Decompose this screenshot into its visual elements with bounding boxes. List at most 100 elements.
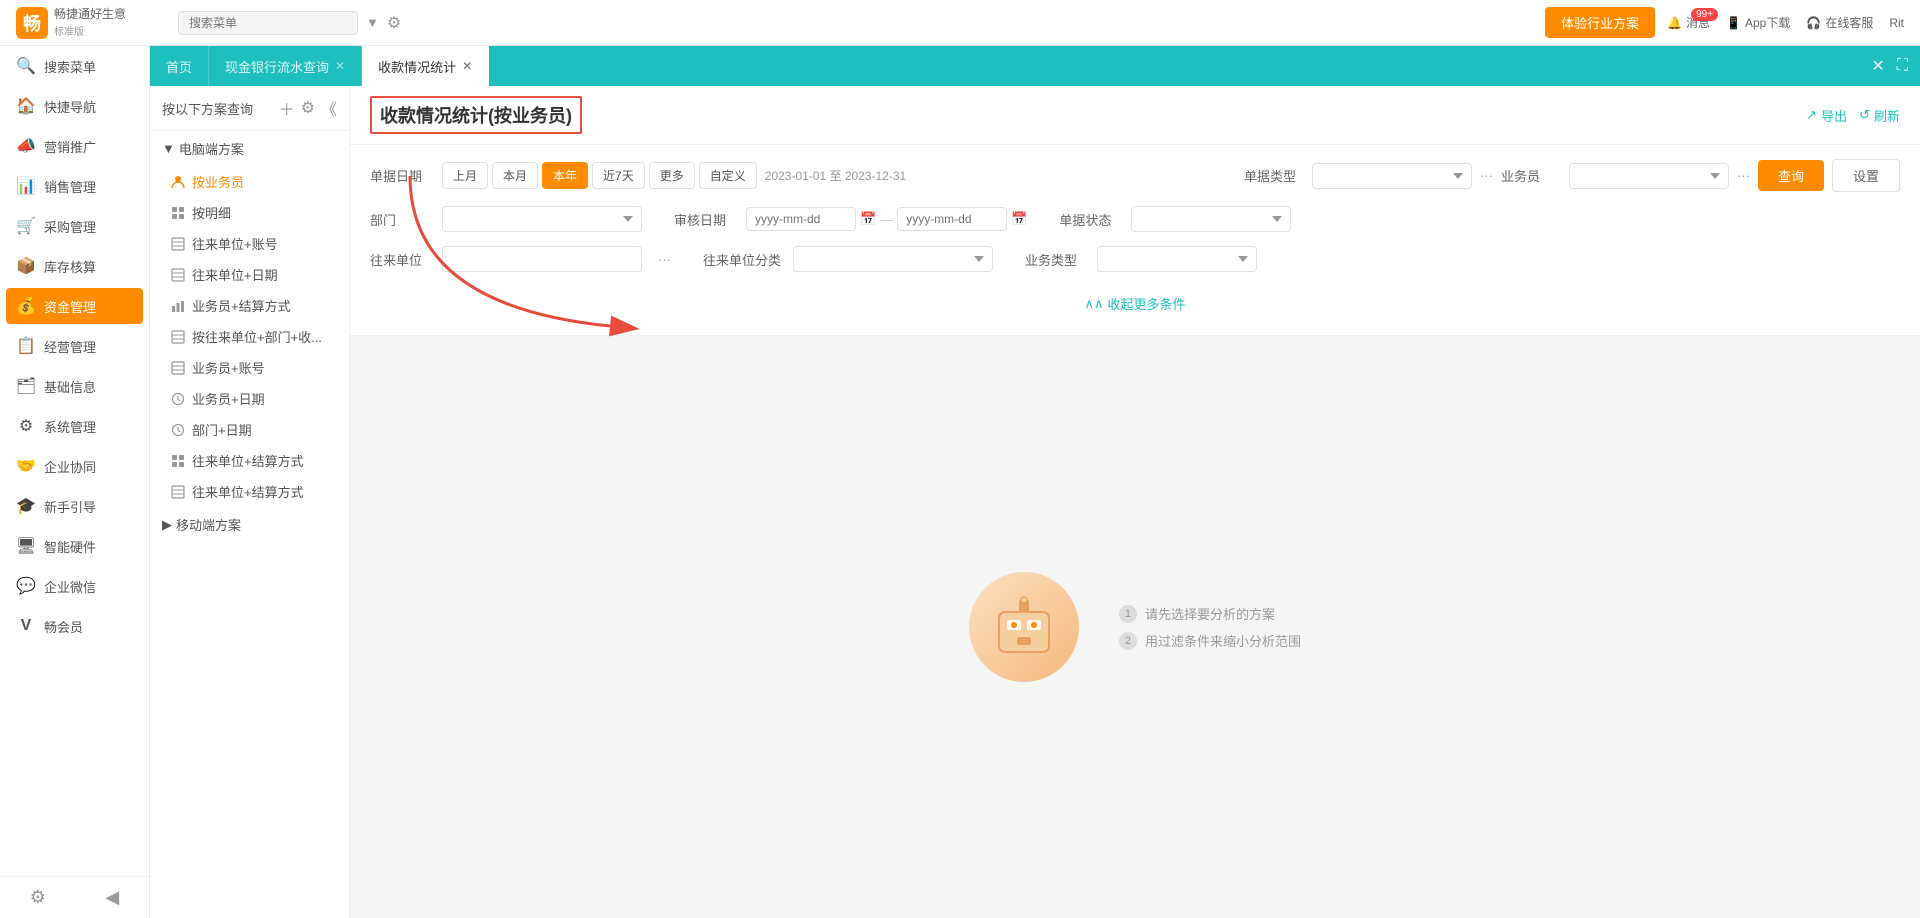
basic-icon: 🗂 (16, 376, 36, 396)
empty-steps: 1 请先选择要分析的方案 2 用过滤条件来缩小分析范围 (1119, 604, 1301, 650)
filter-salesperson-label: 业务员 (1501, 166, 1561, 185)
sidebar-label-vip: 畅会员 (44, 617, 83, 636)
scheme-collapse-icon[interactable]: 《 (321, 96, 337, 120)
filter-type-select-wrap (1312, 163, 1472, 189)
notification-item[interactable]: 🔔 消息 99+ (1667, 14, 1710, 31)
sidebar-item-management[interactable]: 📋 经营管理 (0, 326, 149, 366)
date-btn-this-month[interactable]: 本月 (492, 162, 538, 189)
sidebar-item-finance[interactable]: 💰 资金管理 (6, 288, 143, 324)
nav-dropdown-icon[interactable]: ▼ (366, 15, 379, 30)
date-btn-7days[interactable]: 近7天 (592, 162, 645, 189)
scheme-add-icon[interactable]: ＋ (279, 96, 295, 120)
inventory-icon: 📦 (16, 256, 36, 276)
sidebar-item-marketing[interactable]: 📣 营销推广 (0, 126, 149, 166)
filter-row-dept: 部门 审核日期 📅 — 📅 单据状态 (370, 206, 1900, 232)
date-btn-more[interactable]: 更多 (649, 162, 695, 189)
scheme-item-partner-settle-2[interactable]: 往来单位+结算方式 (150, 476, 349, 507)
scheme-tree-desktop-parent[interactable]: ▼ 电脑端方案 (150, 131, 349, 166)
scheme-item-salesperson-account[interactable]: 业务员+账号 (150, 352, 349, 383)
scheme-item-3-label: 往来单位+日期 (192, 265, 278, 284)
sidebar-item-hardware[interactable]: 🖥 智能硬件 (0, 526, 149, 566)
sidebar-item-cooperation[interactable]: 🤝 企业协同 (0, 446, 149, 486)
collapse-conditions-button[interactable]: ∧∧ 收起更多条件 (370, 286, 1900, 321)
scheme-tree-mobile-parent[interactable]: ▶ 移动端方案 (150, 507, 349, 542)
scheme-item-partner-dept[interactable]: 按往来单位+部门+收... (150, 321, 349, 352)
sidebar-item-sales[interactable]: 📊 销售管理 (0, 166, 149, 206)
sidebar-collapse-icon[interactable]: ◀ (105, 887, 119, 908)
sidebar-item-wechat[interactable]: 💬 企业微信 (0, 566, 149, 606)
calendar-icon-end[interactable]: 📅 (1011, 211, 1027, 227)
app-download-item[interactable]: 📱 App下载 (1726, 14, 1790, 31)
scheme-item-dept-date[interactable]: 部门+日期 (150, 414, 349, 445)
type-more-icon[interactable]: ··· (1480, 168, 1493, 183)
scheme-settings-icon[interactable]: ⚙ (301, 98, 315, 118)
scheme-item-salesperson-date[interactable]: 业务员+日期 (150, 383, 349, 414)
review-date-end[interactable] (897, 207, 1007, 231)
scheme-item-6-label: 业务员+账号 (192, 358, 265, 377)
table-icon-0 (170, 236, 186, 252)
online-service-label: 在线客服 (1825, 14, 1873, 31)
tab-receipt-stats[interactable]: 收款情况统计 ✕ (362, 46, 489, 86)
date-btn-last-month[interactable]: 上月 (442, 162, 488, 189)
sidebar-item-system[interactable]: ⚙ 系统管理 (0, 406, 149, 446)
scheme-item-partner-settle-1[interactable]: 往来单位+结算方式 (150, 445, 349, 476)
settings-button[interactable]: 设置 (1832, 159, 1900, 192)
sidebar-item-purchase[interactable]: 🛒 采购管理 (0, 206, 149, 246)
tab-close-all-icon[interactable]: ✕ (1871, 56, 1884, 76)
vip-icon: V (16, 616, 36, 636)
filter-row-partner: 往来单位 ··· 往来单位分类 业务类型 (370, 246, 1900, 272)
top-search-input[interactable] (178, 11, 358, 35)
tab-bank-flow-close[interactable]: ✕ (335, 59, 345, 73)
review-date-start[interactable] (746, 207, 856, 231)
scheme-item-detail[interactable]: 按明细 (150, 197, 349, 228)
bar-icon (170, 298, 186, 314)
empty-state-area: 1 请先选择要分析的方案 2 用过滤条件来缩小分析范围 (350, 336, 1920, 918)
sidebar-item-inventory[interactable]: 📦 库存核算 (0, 246, 149, 286)
nav-settings-icon[interactable]: ⚙ (387, 13, 401, 33)
scheme-item-salesperson-settle[interactable]: 业务员+结算方式 (150, 290, 349, 321)
filter-docstatus-select[interactable] (1131, 206, 1291, 232)
app-download-label: App下载 (1745, 14, 1790, 31)
scheme-item-partner-account[interactable]: 往来单位+账号 (150, 228, 349, 259)
scheme-item-by-salesperson[interactable]: 按业务员 (150, 166, 349, 197)
online-service-item[interactable]: 🎧 在线客服 (1806, 14, 1873, 31)
page-header: 收款情况统计(按业务员) ↗ 导出 ↺ 刷新 (350, 86, 1920, 145)
sidebar-item-vip[interactable]: V 畅会员 (0, 606, 149, 646)
sidebar-item-search[interactable]: 🔍 搜索菜单 (0, 46, 149, 86)
sidebar-label-wechat: 企业微信 (44, 577, 96, 596)
user-name-item[interactable]: Rit (1889, 16, 1904, 30)
filter-type-select[interactable] (1312, 163, 1472, 189)
grid-icon-2 (170, 453, 186, 469)
filter-partner-input[interactable] (442, 246, 642, 272)
date-btn-this-year[interactable]: 本年 (542, 162, 588, 189)
tab-bank-flow[interactable]: 现金银行流水查询 ✕ (209, 46, 362, 86)
empty-step-2-text: 用过滤条件来缩小分析范围 (1145, 631, 1301, 650)
filter-biztype-select[interactable] (1097, 246, 1257, 272)
sidebar-settings-icon[interactable]: ⚙ (30, 887, 46, 908)
scheme-item-partner-date[interactable]: 往来单位+日期 (150, 259, 349, 290)
filter-dept-select[interactable] (442, 206, 642, 232)
tab-bar-actions: ✕ ⛶ (1871, 46, 1920, 86)
top-actions: 🔔 消息 99+ 📱 App下载 🎧 在线客服 Rit (1667, 14, 1904, 31)
sidebar-item-basic[interactable]: 🗂 基础信息 (0, 366, 149, 406)
scheme-item-5-label: 按往来单位+部门+收... (192, 327, 322, 346)
tab-home[interactable]: 首页 (150, 46, 209, 86)
tab-home-label: 首页 (166, 57, 192, 76)
salesperson-more-icon[interactable]: ··· (1737, 168, 1750, 183)
export-button[interactable]: ↗ 导出 (1806, 106, 1847, 125)
filter-salesperson-select[interactable] (1569, 163, 1729, 189)
sidebar-item-quicknav[interactable]: 🏠 快捷导航 (0, 86, 149, 126)
refresh-button[interactable]: ↺ 刷新 (1859, 106, 1900, 125)
empty-robot-icon (969, 572, 1079, 682)
tab-maximize-icon[interactable]: ⛶ (1897, 57, 1908, 75)
sidebar-item-guide[interactable]: 🎓 新手引导 (0, 486, 149, 526)
calendar-icon-start[interactable]: 📅 (860, 211, 876, 227)
partner-more-icon[interactable]: ··· (658, 252, 671, 267)
date-btn-custom[interactable]: 自定义 (699, 162, 757, 189)
filter-actions: 单据类型 ··· 业务员 ··· (1244, 159, 1900, 192)
trial-button[interactable]: 体验行业方案 (1545, 7, 1655, 38)
sidebar-label-purchase: 采购管理 (44, 217, 96, 236)
tab-receipt-stats-close[interactable]: ✕ (462, 59, 472, 73)
query-button[interactable]: 查询 (1758, 160, 1824, 191)
filter-partner-category-select[interactable] (793, 246, 993, 272)
